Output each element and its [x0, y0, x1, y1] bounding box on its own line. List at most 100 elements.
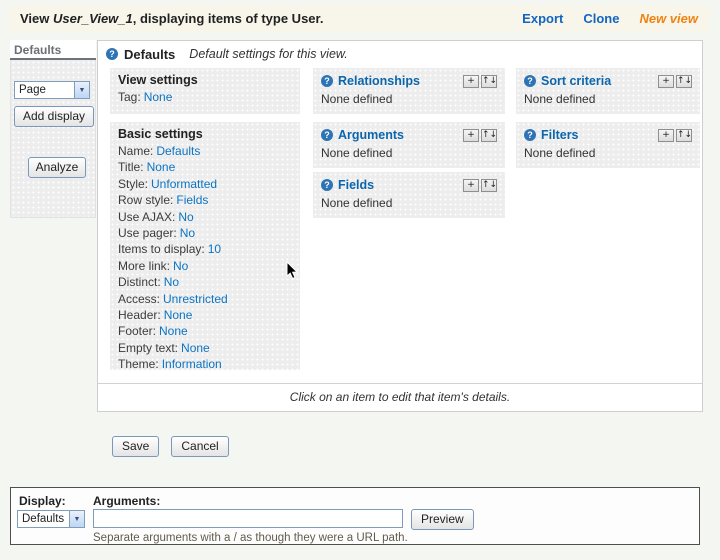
add-relationship-button[interactable]: +	[463, 74, 479, 88]
setting-link[interactable]: No	[178, 210, 193, 224]
views-ui-page: { "colors": { "link_blue": "#0b6fba", "n…	[0, 0, 720, 560]
preview-display-select[interactable]: Defaults ▼	[17, 510, 85, 528]
arguments-panel: ? Arguments + ↑↓ None defined	[313, 122, 505, 168]
setting-link[interactable]: Unrestricted	[163, 292, 228, 306]
setting-row-access: Access: Unrestricted	[118, 291, 228, 306]
fields-link[interactable]: Fields	[338, 178, 374, 192]
setting-link[interactable]: Defaults	[156, 144, 200, 158]
help-icon[interactable]: ?	[106, 48, 118, 60]
filters-empty-text: None defined	[524, 146, 596, 160]
view-name: User_View_1	[53, 11, 133, 26]
save-button[interactable]: Save	[112, 436, 160, 457]
setting-row-use-ajax: Use AJAX: No	[118, 209, 194, 224]
setting-row-footer: Footer: None	[118, 324, 188, 339]
setting-row-name: Name: Defaults	[118, 144, 201, 158]
arguments-link[interactable]: Arguments	[338, 128, 404, 142]
help-icon[interactable]: ?	[524, 129, 536, 141]
setting-row-style: Style: Unformatted	[118, 176, 218, 191]
setting-link[interactable]: 10	[208, 242, 221, 256]
live-preview-panel: Display: Arguments: Defaults ▼ Preview S…	[10, 487, 700, 545]
setting-row-distinct: Distinct: No	[118, 275, 180, 290]
display-heading: ? Defaults Default settings for this vie…	[106, 46, 348, 62]
fields-panel: ? Fields + ↑↓ None defined	[313, 172, 505, 218]
cancel-button[interactable]: Cancel	[171, 436, 229, 457]
setting-link[interactable]: Fields	[176, 193, 208, 207]
form-actions: Save Cancel	[112, 436, 229, 457]
setting-link[interactable]: Unformatted	[151, 177, 217, 191]
preview-button[interactable]: Preview	[411, 509, 474, 530]
setting-row-row-style: Row style: Fields	[118, 193, 209, 208]
tab-defaults[interactable]: Defaults	[10, 40, 96, 60]
display-label: Display:	[19, 494, 66, 508]
fields-empty-text: None defined	[321, 196, 393, 210]
arguments-help-text: Separate arguments with a / as though th…	[93, 532, 408, 544]
help-icon[interactable]: ?	[321, 179, 333, 191]
setting-link[interactable]: No	[164, 275, 179, 289]
relationships-panel: ? Relationships + ↑↓ None defined	[313, 68, 505, 114]
setting-link[interactable]: No	[173, 259, 188, 273]
setting-row-theme: Theme: Information	[118, 357, 222, 372]
setting-row-use-pager: Use pager: No	[118, 226, 196, 241]
setting-link[interactable]: None	[147, 160, 176, 174]
setting-row-title: Title: None	[118, 160, 176, 175]
sort-criteria-empty-text: None defined	[524, 92, 596, 106]
view-settings-title: View settings	[118, 73, 198, 87]
add-field-button[interactable]: +	[463, 178, 479, 192]
setting-row-header: Header: None	[118, 308, 193, 323]
rearrange-arguments-button[interactable]: ↑↓	[481, 128, 497, 142]
setting-link[interactable]: None	[164, 308, 193, 322]
title-suffix: , displaying items of type User.	[132, 11, 324, 26]
setting-link[interactable]: None	[159, 324, 188, 338]
add-display-button[interactable]: Add display	[14, 106, 94, 127]
add-sort-button[interactable]: +	[658, 74, 674, 88]
edit-hint: Click on an item to edit that item's det…	[98, 383, 702, 411]
setting-row-items-to-display: Items to display: 10	[118, 242, 222, 257]
arguments-label: Arguments:	[93, 494, 161, 508]
basic-settings-panel: Basic settings Name: Defaults Title: None …	[110, 122, 300, 372]
setting-row-more-link: More link: No	[118, 258, 189, 273]
display-sidebar: Defaults Page ▼ Add display Analyze	[10, 40, 96, 218]
add-filter-button[interactable]: +	[658, 128, 674, 142]
setting-row-tag: Tag: None	[118, 90, 173, 104]
new-view-link[interactable]: New view	[639, 11, 698, 26]
display-type-select[interactable]: Page ▼	[14, 81, 90, 99]
preview-arguments-input[interactable]	[93, 509, 403, 528]
display-heading-title: Defaults	[124, 46, 176, 62]
relationships-empty-text: None defined	[321, 92, 393, 106]
preview-display-select-value: Defaults	[22, 513, 65, 525]
rearrange-relationships-button[interactable]: ↑↓	[481, 74, 497, 88]
display-heading-description: Default settings for this view.	[189, 47, 348, 61]
setting-link[interactable]: Information	[162, 357, 222, 371]
mouse-cursor-icon	[286, 261, 299, 280]
page-title: View User_View_1, displaying items of ty…	[20, 11, 522, 26]
display-type-select-value: Page	[19, 84, 46, 96]
relationships-link[interactable]: Relationships	[338, 74, 420, 88]
basic-settings-title: Basic settings	[118, 127, 203, 141]
help-icon[interactable]: ?	[524, 75, 536, 87]
view-header-bar: View User_View_1, displaying items of ty…	[8, 5, 710, 32]
display-controls-panel: Page ▼ Add display Analyze	[10, 60, 96, 218]
setting-link[interactable]: No	[180, 226, 195, 240]
rearrange-sorts-button[interactable]: ↑↓	[676, 74, 692, 88]
add-argument-button[interactable]: +	[463, 128, 479, 142]
help-icon[interactable]: ?	[321, 129, 333, 141]
display-settings-region: ? Defaults Default settings for this vie…	[97, 40, 703, 412]
clone-link[interactable]: Clone	[583, 11, 619, 26]
rearrange-fields-button[interactable]: ↑↓	[481, 178, 497, 192]
export-link[interactable]: Export	[522, 11, 563, 26]
view-settings-panel: View settings Tag: None	[110, 68, 300, 114]
title-prefix: View	[20, 11, 54, 26]
analyze-button[interactable]: Analyze	[28, 157, 86, 178]
help-icon[interactable]: ?	[321, 75, 333, 87]
sort-criteria-link[interactable]: Sort criteria	[541, 74, 611, 88]
header-links: Export Clone New view	[522, 11, 698, 26]
chevron-down-icon: ▼	[74, 82, 89, 98]
setting-row-empty-text: Empty text: None	[118, 340, 210, 355]
setting-link[interactable]: None	[181, 341, 210, 355]
arguments-empty-text: None defined	[321, 146, 393, 160]
filters-panel: ? Filters + ↑↓ None defined	[516, 122, 700, 168]
setting-link[interactable]: None	[144, 90, 173, 104]
rearrange-filters-button[interactable]: ↑↓	[676, 128, 692, 142]
chevron-down-icon: ▼	[69, 511, 84, 527]
filters-link[interactable]: Filters	[541, 128, 579, 142]
